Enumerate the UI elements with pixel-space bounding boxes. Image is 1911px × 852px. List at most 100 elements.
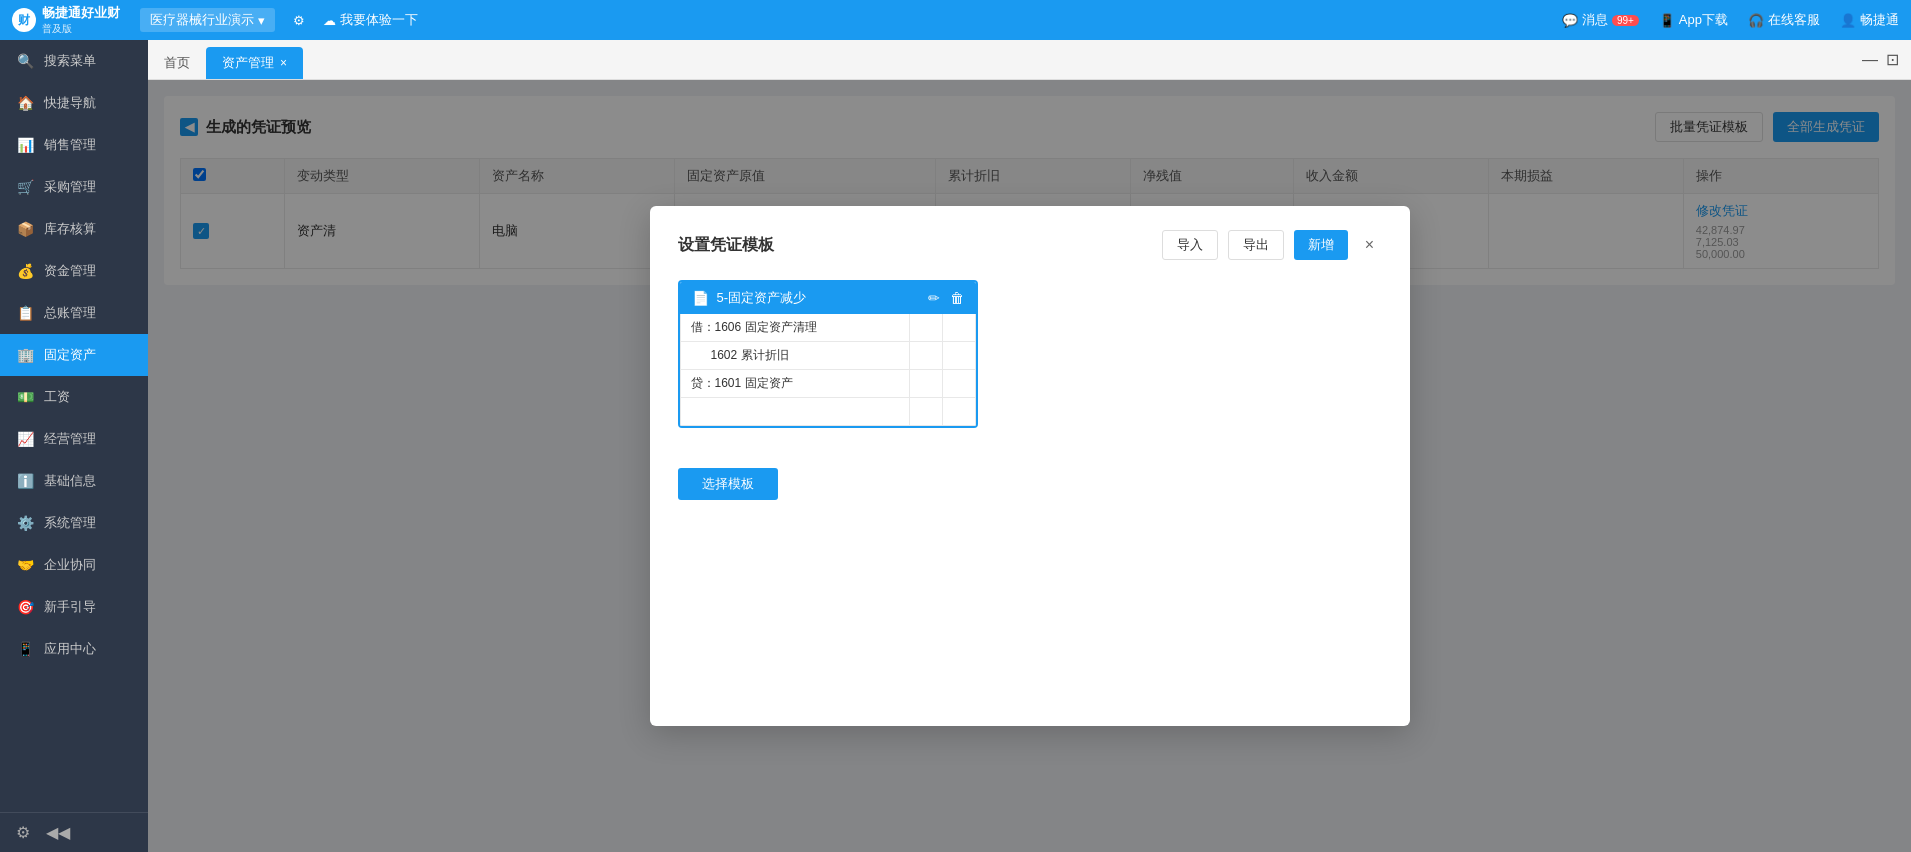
funds-icon: 💰: [16, 262, 34, 280]
entry-empty: [680, 398, 909, 426]
template-name: 5-固定资产减少: [717, 289, 807, 307]
entry-type-2: 1602 累计折旧: [680, 342, 909, 370]
sidebar-item-basic-info[interactable]: ℹ️ 基础信息: [0, 460, 148, 502]
logo-icon: 财: [12, 8, 36, 32]
page-content: ◀ 生成的凭证预览 批量凭证模板 全部生成凭证 变动类型 资产名称: [148, 80, 1911, 852]
fixed-assets-icon: 🏢: [16, 346, 34, 364]
modal-title: 设置凭证模板: [678, 235, 774, 256]
template-card-body: 借：1606 固定资产清理 1602 累计折旧: [680, 314, 976, 426]
sidebar-item-system[interactable]: ⚙️ 系统管理: [0, 502, 148, 544]
app-center-icon: 📱: [16, 640, 34, 658]
entry-empty-debit: [909, 398, 942, 426]
sidebar: 🔍 搜索菜单 🏠 快捷导航 📊 销售管理 🛒 采购管理 📦 库存核算 💰: [0, 40, 148, 852]
window-minimize-button[interactable]: —: [1862, 51, 1878, 69]
sidebar-collapse-button[interactable]: ◀◀: [46, 823, 70, 842]
sidebar-label-salary: 工资: [44, 388, 70, 406]
export-button[interactable]: 导出: [1228, 230, 1284, 260]
enterprise-icon: 🤝: [16, 556, 34, 574]
main-layout: 🔍 搜索菜单 🏠 快捷导航 📊 销售管理 🛒 采购管理 📦 库存核算 💰: [0, 40, 1911, 852]
template-entry-row: 借：1606 固定资产清理: [680, 314, 975, 342]
entry-credit-3: [942, 370, 975, 398]
entry-debit-3: [909, 370, 942, 398]
entry-credit-1: [942, 314, 975, 342]
experience-button[interactable]: ☁ 我要体验一下: [323, 11, 418, 29]
entry-type-3: 贷：1601 固定资产: [680, 370, 909, 398]
settings-button[interactable]: ⚙: [285, 6, 313, 34]
sidebar-item-app-center[interactable]: 📱 应用中心: [0, 628, 148, 670]
sidebar-item-ledger[interactable]: 📋 总账管理: [0, 292, 148, 334]
content-area: 首页 资产管理 × — ⊡ ◀ 生成的凭证预览 批量凭证模板: [148, 40, 1911, 852]
sidebar-item-search[interactable]: 🔍 搜索菜单: [0, 40, 148, 82]
company-selector[interactable]: 医疗器械行业演示 ▾: [140, 8, 275, 32]
sales-icon: 📊: [16, 136, 34, 154]
headset-icon: 🎧: [1748, 13, 1764, 28]
sidebar-label-purchase: 采购管理: [44, 178, 96, 196]
template-card-actions: ✏ 🗑: [928, 290, 964, 306]
modal-overlay: 设置凭证模板 导入 导出 新增 × 📄: [148, 80, 1911, 852]
home-icon: 🏠: [16, 94, 34, 112]
tab-close-button[interactable]: ×: [280, 56, 287, 70]
sidebar-item-salary[interactable]: 💵 工资: [0, 376, 148, 418]
sidebar-label-system: 系统管理: [44, 514, 96, 532]
template-empty-row: [680, 398, 975, 426]
template-entries-table: 借：1606 固定资产清理 1602 累计折旧: [680, 314, 976, 426]
sidebar-label-tutorial: 新手引导: [44, 598, 96, 616]
entry-debit-1: [909, 314, 942, 342]
inventory-icon: 📦: [16, 220, 34, 238]
template-card-header: 📄 5-固定资产减少 ✏ 🗑: [680, 282, 976, 314]
tab-bar-right: — ⊡: [1850, 40, 1911, 79]
sidebar-item-sales[interactable]: 📊 销售管理: [0, 124, 148, 166]
select-template-area: 选择模板: [678, 448, 1382, 500]
app-download-button[interactable]: 📱 App下载: [1659, 11, 1728, 29]
messages-button[interactable]: 💬 消息 99+: [1562, 11, 1639, 29]
sidebar-label-app-center: 应用中心: [44, 640, 96, 658]
template-edit-icon[interactable]: ✏: [928, 290, 940, 306]
sidebar-item-purchase[interactable]: 🛒 采购管理: [0, 166, 148, 208]
basic-info-icon: ℹ️: [16, 472, 34, 490]
entry-credit-2: [942, 342, 975, 370]
messages-badge: 99+: [1612, 15, 1639, 26]
tab-asset-management[interactable]: 资产管理 ×: [206, 47, 303, 79]
sidebar-item-quick-nav[interactable]: 🏠 快捷导航: [0, 82, 148, 124]
sidebar-item-enterprise[interactable]: 🤝 企业协同: [0, 544, 148, 586]
sidebar-settings-button[interactable]: ⚙: [16, 823, 30, 842]
template-delete-icon[interactable]: 🗑: [950, 290, 964, 306]
purchase-icon: 🛒: [16, 178, 34, 196]
tab-home[interactable]: 首页: [148, 47, 206, 79]
template-entry-row: 贷：1601 固定资产: [680, 370, 975, 398]
entry-type-1: 借：1606 固定资产清理: [680, 314, 909, 342]
company-name: 医疗器械行业演示: [150, 11, 254, 29]
voucher-template-modal: 设置凭证模板 导入 导出 新增 × 📄: [650, 206, 1410, 726]
new-template-button[interactable]: 新增: [1294, 230, 1348, 260]
template-card: 📄 5-固定资产减少 ✏ 🗑 借：1606 固定资: [678, 280, 978, 428]
modal-close-button[interactable]: ×: [1358, 233, 1382, 257]
download-icon: 📱: [1659, 13, 1675, 28]
sidebar-item-funds[interactable]: 💰 资金管理: [0, 250, 148, 292]
cloud-icon: ☁: [323, 13, 336, 28]
sidebar-nav: 🔍 搜索菜单 🏠 快捷导航 📊 销售管理 🛒 采购管理 📦 库存核算 💰: [0, 40, 148, 812]
select-template-button[interactable]: 选择模板: [678, 468, 778, 500]
header-right-actions: 💬 消息 99+ 📱 App下载 🎧 在线客服 👤 畅捷通: [1562, 11, 1899, 29]
sidebar-item-tutorial[interactable]: 🎯 新手引导: [0, 586, 148, 628]
online-service-button[interactable]: 🎧 在线客服: [1748, 11, 1820, 29]
search-icon: 🔍: [16, 52, 34, 70]
app-logo: 财 畅捷通好业财 普及版: [12, 4, 120, 36]
import-button[interactable]: 导入: [1162, 230, 1218, 260]
sidebar-label-basic-info: 基础信息: [44, 472, 96, 490]
tutorial-icon: 🎯: [16, 598, 34, 616]
tab-bar: 首页 资产管理 × — ⊡: [148, 40, 1911, 80]
sidebar-label-fixed-assets: 固定资产: [44, 346, 96, 364]
window-maximize-button[interactable]: ⊡: [1886, 50, 1899, 69]
app-name: 畅捷通好业财 普及版: [42, 4, 120, 36]
user-menu-button[interactable]: 👤 畅捷通: [1840, 11, 1899, 29]
entry-empty-credit: [942, 398, 975, 426]
sidebar-label-operations: 经营管理: [44, 430, 96, 448]
salary-icon: 💵: [16, 388, 34, 406]
ledger-icon: 📋: [16, 304, 34, 322]
sidebar-label-search: 搜索菜单: [44, 52, 96, 70]
modal-header: 设置凭证模板 导入 导出 新增 ×: [678, 230, 1382, 260]
sidebar-item-fixed-assets[interactable]: 🏢 固定资产: [0, 334, 148, 376]
sidebar-label-ledger: 总账管理: [44, 304, 96, 322]
sidebar-item-inventory[interactable]: 📦 库存核算: [0, 208, 148, 250]
sidebar-item-operations[interactable]: 📈 经营管理: [0, 418, 148, 460]
